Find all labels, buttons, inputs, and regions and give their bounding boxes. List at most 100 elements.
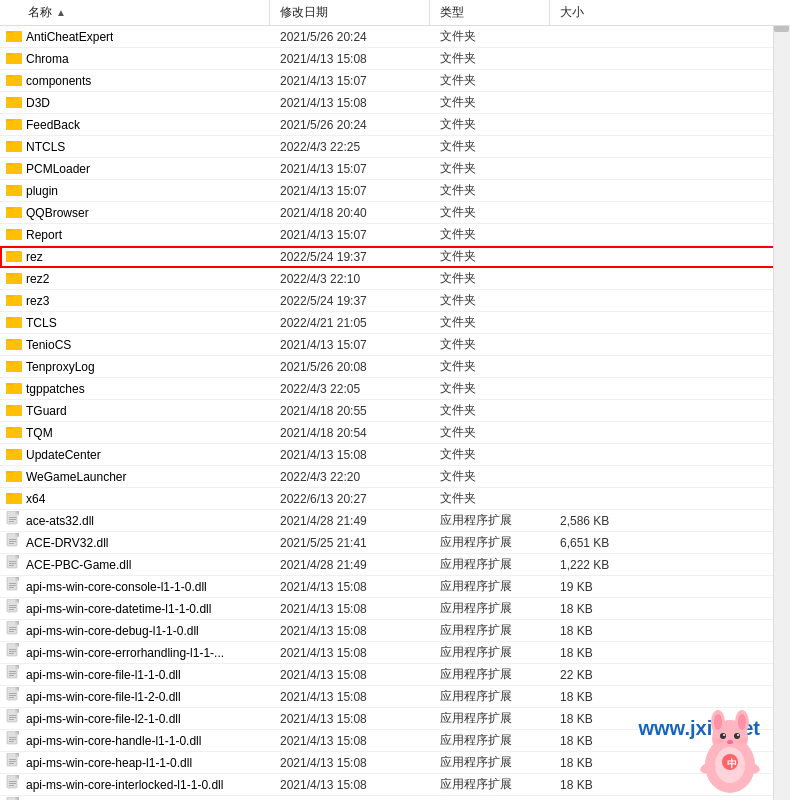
- col-name-header[interactable]: 名称 ▲: [0, 0, 270, 25]
- table-header: 名称 ▲ 修改日期 类型 大小: [0, 0, 790, 26]
- cell-date: 2021/4/13 15:07: [270, 184, 430, 198]
- col-type-header[interactable]: 类型: [430, 0, 550, 25]
- file-name-label: TenproxyLog: [26, 360, 95, 374]
- table-row[interactable]: PCMLoader 2021/4/13 15:07 文件夹: [0, 158, 790, 180]
- file-name-label: Report: [26, 228, 62, 242]
- cell-size: 2,586 KB: [550, 514, 790, 528]
- svg-point-127: [723, 734, 725, 736]
- cell-type: 文件夹: [430, 248, 550, 265]
- cell-size: 18 KB: [550, 602, 790, 616]
- file-name-label: ACE-DRV32.dll: [26, 536, 108, 550]
- file-name-label: api-ms-win-core-debug-l1-1-0.dll: [26, 624, 199, 638]
- file-name-label: api-ms-win-core-file-l1-2-0.dll: [26, 690, 181, 704]
- cell-date: 2021/4/13 15:08: [270, 96, 430, 110]
- cell-name: ACE-PBC-Game.dll: [0, 554, 270, 575]
- file-icon: [6, 687, 22, 706]
- file-icon: [6, 709, 22, 728]
- folder-icon: [6, 204, 22, 221]
- svg-point-126: [734, 733, 740, 739]
- svg-rect-48: [9, 521, 14, 522]
- table-row[interactable]: TGuard 2021/4/18 20:55 文件夹: [0, 400, 790, 422]
- table-row[interactable]: TenioCS 2021/4/13 15:07 文件夹: [0, 334, 790, 356]
- cell-name: WeGameLauncher: [0, 466, 270, 487]
- cell-date: 2022/4/21 21:05: [270, 316, 430, 330]
- file-name-label: plugin: [26, 184, 58, 198]
- file-name-label: UpdateCenter: [26, 448, 101, 462]
- cell-date: 2021/4/28 21:49: [270, 558, 430, 572]
- cell-type: 文件夹: [430, 182, 550, 199]
- table-row[interactable]: TenproxyLog 2021/5/26 20:08 文件夹: [0, 356, 790, 378]
- svg-point-130: [713, 738, 723, 744]
- cell-type: 应用程序扩展: [430, 534, 550, 551]
- svg-rect-66: [9, 605, 16, 606]
- table-row[interactable]: Chroma 2021/4/13 15:08 文件夹: [0, 48, 790, 70]
- cell-date: 2021/5/25 21:41: [270, 536, 430, 550]
- cell-date: 2022/4/3 22:10: [270, 272, 430, 286]
- cell-name: api-ms-win-core-console-l1-1-0.dll: [0, 576, 270, 597]
- folder-icon: [6, 94, 22, 111]
- table-row[interactable]: NTCLS 2022/4/3 22:25 文件夹: [0, 136, 790, 158]
- file-name-label: D3D: [26, 96, 50, 110]
- table-row[interactable]: api-ms-win-core-errorhandling-l1-1-... 2…: [0, 642, 790, 664]
- file-name-label: TenioCS: [26, 338, 71, 352]
- table-row[interactable]: api-ms-win-core-file-l1-2-0.dll 2021/4/1…: [0, 686, 790, 708]
- cell-size: 18 KB: [550, 624, 790, 638]
- table-row[interactable]: TCLS 2022/4/21 21:05 文件夹: [0, 312, 790, 334]
- table-row[interactable]: ACE-DRV32.dll 2021/5/25 21:41 应用程序扩展 6,6…: [0, 532, 790, 554]
- table-row[interactable]: api-ms-win-core-console-l1-1-0.dll 2021/…: [0, 576, 790, 598]
- svg-rect-103: [9, 763, 14, 764]
- table-row[interactable]: api-ms-win-core-file-l2-1-0.dll 2021/4/1…: [0, 708, 790, 730]
- table-row[interactable]: UpdateCenter 2021/4/13 15:08 文件夹: [0, 444, 790, 466]
- table-row[interactable]: api-ms-win-core-file-l1-1-0.dll 2021/4/1…: [0, 664, 790, 686]
- svg-rect-52: [9, 541, 16, 542]
- table-row[interactable]: QQBrowser 2021/4/18 20:40 文件夹: [0, 202, 790, 224]
- svg-rect-81: [9, 671, 16, 672]
- table-row[interactable]: api-ms-win-core-handle-l1-1-0.dll 2021/4…: [0, 730, 790, 752]
- svg-point-131: [737, 738, 747, 744]
- cell-name: TCLS: [0, 312, 270, 333]
- cell-type: 应用程序扩展: [430, 710, 550, 727]
- table-row[interactable]: rez 2022/5/24 19:37 文件夹: [0, 246, 790, 268]
- table-row[interactable]: rez3 2022/5/24 19:37 文件夹: [0, 290, 790, 312]
- svg-text:中: 中: [727, 758, 737, 769]
- table-row[interactable]: FeedBack 2021/5/26 20:24 文件夹: [0, 114, 790, 136]
- table-row[interactable]: api-ms-win-core-datetime-l1-1-0.dll 2021…: [0, 598, 790, 620]
- svg-rect-87: [9, 695, 16, 696]
- svg-rect-83: [9, 675, 14, 676]
- cell-type: 文件夹: [430, 446, 550, 463]
- table-row[interactable]: api-ms-win-core-heap-l1-1-0.dll 2021/4/1…: [0, 752, 790, 774]
- table-row[interactable]: AntiCheatExpert 2021/5/26 20:24 文件夹: [0, 26, 790, 48]
- table-row[interactable]: Report 2021/4/13 15:07 文件夹: [0, 224, 790, 246]
- cell-type: 应用程序扩展: [430, 776, 550, 793]
- folder-icon: [6, 226, 22, 243]
- table-row[interactable]: ACE-PBC-Game.dll 2021/4/28 21:49 应用程序扩展 …: [0, 554, 790, 576]
- cell-type: 文件夹: [430, 336, 550, 353]
- table-row[interactable]: plugin 2021/4/13 15:07 文件夹: [0, 180, 790, 202]
- col-date-header[interactable]: 修改日期: [270, 0, 430, 25]
- svg-rect-71: [9, 627, 16, 628]
- cell-date: 2022/4/3 22:05: [270, 382, 430, 396]
- folder-icon: [6, 28, 22, 45]
- table-row[interactable]: ace-ats32.dll 2021/4/28 21:49 应用程序扩展 2,5…: [0, 510, 790, 532]
- table-row[interactable]: WeGameLauncher 2022/4/3 22:20 文件夹: [0, 466, 790, 488]
- folder-icon: [6, 402, 22, 419]
- table-row[interactable]: api-ms-win-core-interlocked-l1-1-0.dll 2…: [0, 774, 790, 796]
- cell-name: rez: [0, 246, 270, 267]
- table-row[interactable]: api-ms-win-core-libraryloader-l1-1-0-...…: [0, 796, 790, 800]
- table-row[interactable]: D3D 2021/4/13 15:08 文件夹: [0, 92, 790, 114]
- file-name-label: WeGameLauncher: [26, 470, 127, 484]
- cell-date: 2021/4/13 15:08: [270, 668, 430, 682]
- col-date-label: 修改日期: [280, 4, 328, 21]
- cell-date: 2022/6/13 20:27: [270, 492, 430, 506]
- table-row[interactable]: components 2021/4/13 15:07 文件夹: [0, 70, 790, 92]
- table-row[interactable]: api-ms-win-core-debug-l1-1-0.dll 2021/4/…: [0, 620, 790, 642]
- file-list: AntiCheatExpert 2021/5/26 20:24 文件夹 Chro…: [0, 26, 790, 800]
- col-size-header[interactable]: 大小: [550, 0, 790, 25]
- svg-rect-76: [9, 649, 16, 650]
- file-name-label: TGuard: [26, 404, 67, 418]
- table-row[interactable]: rez2 2022/4/3 22:10 文件夹: [0, 268, 790, 290]
- scrollbar[interactable]: [773, 0, 790, 800]
- table-row[interactable]: TQM 2021/4/18 20:54 文件夹: [0, 422, 790, 444]
- table-row[interactable]: tgppatches 2022/4/3 22:05 文件夹: [0, 378, 790, 400]
- table-row[interactable]: x64 2022/6/13 20:27 文件夹: [0, 488, 790, 510]
